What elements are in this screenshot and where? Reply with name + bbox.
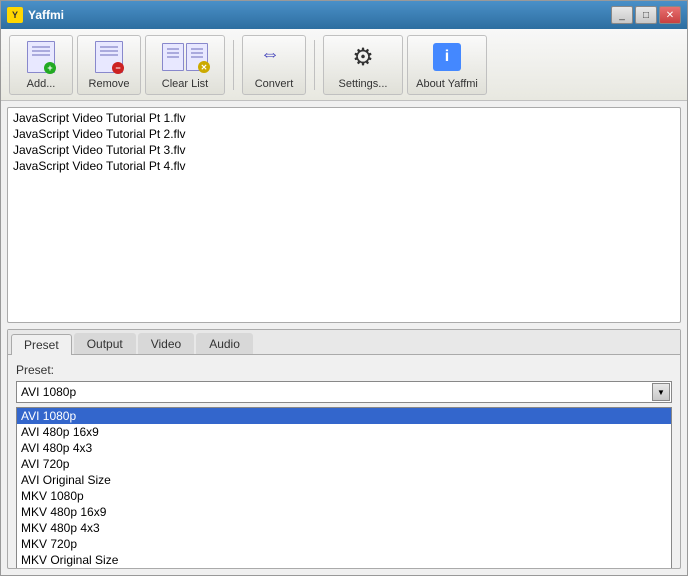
toolbar-separator-2 [314,40,315,90]
remove-doc-icon: − [95,41,123,73]
dropdown-item[interactable]: MKV 480p 4x3 [17,520,671,536]
about-icon-container: i [429,39,465,75]
list-item[interactable]: JavaScript Video Tutorial Pt 3.flv [10,142,678,158]
tab-video[interactable]: Video [138,333,194,354]
file-list[interactable]: JavaScript Video Tutorial Pt 1.flvJavaSc… [7,107,681,323]
minimize-button[interactable]: _ [611,6,633,24]
about-info-icon: i [433,43,461,71]
remove-badge-icon: − [112,62,124,74]
dropdown-item[interactable]: MKV 720p [17,536,671,552]
tab-output[interactable]: Output [74,333,136,354]
dropdown-item[interactable]: AVI Original Size [17,472,671,488]
list-item[interactable]: JavaScript Video Tutorial Pt 2.flv [10,126,678,142]
maximize-button[interactable]: □ [635,6,657,24]
app-icon: Y [7,7,23,23]
tab-content-preset: Preset: AVI 1080pAVI 480p 16x9AVI 480p 4… [8,355,680,568]
gear-icon: ⚙ [352,43,374,72]
remove-button[interactable]: − Remove [77,35,141,95]
close-button[interactable]: ✕ [659,6,681,24]
convert-arrows-icon [260,43,288,71]
title-bar: Y Yaffmi _ □ ✕ [1,1,687,29]
toolbar: + Add... − Remove ✕ Clear List [1,29,687,101]
list-item[interactable]: JavaScript Video Tutorial Pt 4.flv [10,158,678,174]
title-bar-left: Y Yaffmi [7,7,64,23]
add-label: Add... [27,78,56,90]
settings-icon-container: ⚙ [345,39,381,75]
preset-dropdown-container: AVI 1080pAVI 480p 16x9AVI 480p 4x3AVI 72… [16,381,672,403]
toolbar-separator-1 [233,40,234,90]
settings-button[interactable]: ⚙ Settings... [323,35,403,95]
convert-icon-container [256,39,292,75]
main-window: Y Yaffmi _ □ ✕ + Add... − Remov [0,0,688,576]
clear-icon-container: ✕ [167,39,203,75]
about-label: About Yaffmi [416,78,478,90]
add-icon-container: + [23,39,59,75]
dropdown-item[interactable]: MKV 480p 16x9 [17,504,671,520]
add-button[interactable]: + Add... [9,35,73,95]
bottom-panel: PresetOutputVideoAudio Preset: AVI 1080p… [7,329,681,569]
tab-bar: PresetOutputVideoAudio [8,330,680,355]
content-area: JavaScript Video Tutorial Pt 1.flvJavaSc… [1,101,687,575]
window-title: Yaffmi [28,8,64,22]
convert-button[interactable]: Convert [242,35,306,95]
dropdown-item[interactable]: AVI 720p [17,456,671,472]
preset-field-label: Preset: [16,363,672,377]
add-badge-icon: + [44,62,56,74]
dropdown-item[interactable]: MKV 1080p [17,488,671,504]
remove-label: Remove [89,78,130,90]
settings-label: Settings... [339,78,388,90]
preset-dropdown-list[interactable]: AVI 1080pAVI 480p 16x9AVI 480p 4x3AVI 72… [16,407,672,568]
tab-audio[interactable]: Audio [196,333,253,354]
dropdown-item[interactable]: AVI 480p 16x9 [17,424,671,440]
tab-preset[interactable]: Preset [11,334,72,355]
dropdown-item[interactable]: AVI 1080p [17,408,671,424]
clear-badge-icon: ✕ [198,61,210,73]
about-button[interactable]: i About Yaffmi [407,35,487,95]
clear-list-button[interactable]: ✕ Clear List [145,35,225,95]
title-controls: _ □ ✕ [611,6,681,24]
dropdown-item[interactable]: MKV Original Size [17,552,671,568]
remove-icon-container: − [91,39,127,75]
dropdown-item[interactable]: AVI 480p 4x3 [17,440,671,456]
convert-label: Convert [255,78,294,90]
clear-list-label: Clear List [162,78,208,90]
list-item[interactable]: JavaScript Video Tutorial Pt 1.flv [10,110,678,126]
preset-select[interactable]: AVI 1080pAVI 480p 16x9AVI 480p 4x3AVI 72… [16,381,672,403]
clear-doc1-icon [162,43,184,71]
add-doc-icon: + [27,41,55,73]
